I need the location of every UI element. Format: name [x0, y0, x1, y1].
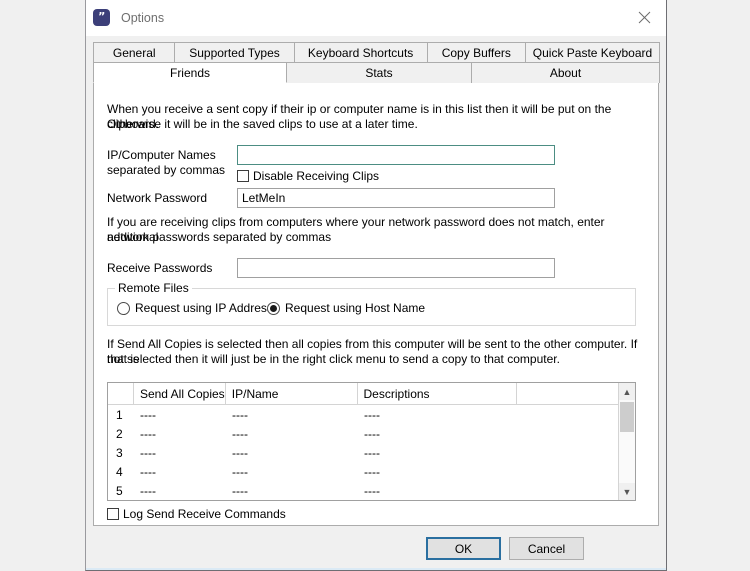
tab-stats[interactable]: Stats	[286, 62, 472, 83]
network-password-input[interactable]	[237, 188, 555, 208]
cell-send-all: ----	[140, 407, 156, 422]
header-send-all-copies[interactable]: Send All Copies	[134, 383, 226, 405]
radio-circle-selected	[267, 301, 280, 315]
cell-description: ----	[364, 464, 380, 479]
cell-ip-name: ----	[232, 426, 248, 441]
scrollbar-thumb[interactable]	[620, 402, 634, 432]
tab-stats-label: Stats	[365, 66, 393, 80]
friends-table-body: Send All Copies IP/Name Descriptions 1 -…	[108, 383, 618, 500]
header-index[interactable]	[108, 383, 134, 405]
passwords-note-line-2: network passwords separated by commas	[107, 230, 332, 244]
cell-ip-name: ----	[232, 445, 248, 460]
intro-line-2: Otherwise it will be in the saved clips …	[107, 117, 418, 131]
friends-table: Send All Copies IP/Name Descriptions 1 -…	[107, 382, 636, 501]
cell-send-all: ----	[140, 426, 156, 441]
app-quote-icon: ”	[93, 9, 110, 26]
tab-supported-types-label: Supported Types	[189, 45, 280, 60]
tab-copy-buffers[interactable]: Copy Buffers	[426, 42, 526, 62]
app-icon-glyph: ”	[98, 10, 105, 23]
close-icon[interactable]	[622, 0, 666, 35]
table-row[interactable]: 3 ---- ---- ----	[108, 443, 618, 462]
bottom-accent-line	[86, 568, 666, 570]
tab-about-label: About	[549, 66, 582, 80]
window-title: Options	[121, 10, 165, 25]
cell-index: 4	[116, 464, 123, 479]
tab-keyboard-shortcuts-label: Keyboard Shortcuts	[307, 45, 414, 60]
tab-supported-types[interactable]: Supported Types	[174, 42, 295, 62]
ok-button[interactable]: OK	[426, 537, 501, 560]
cell-description: ----	[364, 407, 380, 422]
cell-index: 3	[116, 445, 123, 460]
cell-description: ----	[364, 426, 380, 441]
tab-strip: General Supported Types Keyboard Shortcu…	[93, 42, 660, 83]
remote-files-group-title: Remote Files	[115, 281, 192, 295]
dialog-client-area: General Supported Types Keyboard Shortcu…	[86, 36, 666, 526]
table-row[interactable]: 2 ---- ---- ----	[108, 424, 618, 443]
checkbox-box	[237, 170, 249, 182]
send-all-note-line-2: not selected then it will just be in the…	[107, 352, 560, 366]
ip-names-input[interactable]	[237, 145, 555, 165]
chevron-down-icon[interactable]: ▼	[619, 483, 635, 500]
network-password-label: Network Password	[107, 191, 208, 205]
receive-passwords-input[interactable]	[237, 258, 555, 278]
cancel-button[interactable]: Cancel	[509, 537, 584, 560]
chevron-up-icon[interactable]: ▲	[619, 383, 635, 400]
header-descriptions[interactable]: Descriptions	[358, 383, 518, 405]
radio-request-using-host-label: Request using Host Name	[285, 301, 426, 315]
tab-quick-paste-keyboard-label: Quick Paste Keyboard	[532, 45, 653, 60]
radio-request-using-ip[interactable]: Request using IP Address	[117, 301, 273, 315]
table-vertical-scrollbar[interactable]: ▲ ▼	[618, 383, 635, 500]
dialog-button-bar: OK Cancel	[86, 526, 666, 570]
disable-receiving-clips-label: Disable Receiving Clips	[253, 169, 380, 183]
cancel-button-label: Cancel	[527, 541, 566, 556]
scrollbar-track[interactable]	[619, 400, 635, 483]
friends-table-header-row: Send All Copies IP/Name Descriptions	[108, 383, 618, 405]
ip-names-label-line2: separated by commas	[107, 163, 226, 177]
ip-names-label-line1: IP/Computer Names	[107, 148, 216, 162]
tab-row-2: Friends Stats About	[93, 62, 660, 83]
table-row[interactable]: 1 ---- ---- ----	[108, 405, 618, 424]
tab-general[interactable]: General	[93, 42, 176, 62]
log-send-receive-commands-checkbox[interactable]: Log Send Receive Commands	[107, 507, 286, 521]
table-row[interactable]: 5 ---- ---- ----	[108, 481, 618, 500]
cell-ip-name: ----	[232, 407, 248, 422]
cell-index: 5	[116, 483, 123, 498]
tab-copy-buffers-label: Copy Buffers	[441, 45, 511, 60]
cell-send-all: ----	[140, 464, 156, 479]
radio-circle	[117, 301, 130, 315]
header-extra[interactable]	[517, 383, 618, 405]
tab-quick-paste-keyboard[interactable]: Quick Paste Keyboard	[524, 42, 660, 62]
header-ip-name[interactable]: IP/Name	[226, 383, 358, 405]
disable-receiving-clips-checkbox[interactable]: Disable Receiving Clips	[237, 169, 379, 183]
tab-general-label: General	[112, 45, 156, 60]
receive-passwords-label: Receive Passwords	[107, 261, 213, 275]
radio-request-using-ip-label: Request using IP Address	[135, 301, 273, 315]
cell-description: ----	[364, 483, 380, 498]
table-row[interactable]: 4 ---- ---- ----	[108, 462, 618, 481]
checkbox-box	[107, 508, 119, 520]
cell-ip-name: ----	[232, 464, 248, 479]
tab-friends[interactable]: Friends	[93, 62, 287, 83]
radio-request-using-host[interactable]: Request using Host Name	[267, 301, 425, 315]
options-dialog: ” Options General Supported Types Keyboa…	[85, 0, 667, 571]
title-bar: ” Options	[86, 0, 666, 36]
ok-button-label: OK	[454, 541, 473, 556]
log-send-receive-commands-label: Log Send Receive Commands	[123, 507, 286, 521]
tab-keyboard-shortcuts[interactable]: Keyboard Shortcuts	[293, 42, 428, 62]
friends-tab-page: When you receive a sent copy if their ip…	[93, 81, 659, 526]
cell-index: 2	[116, 426, 123, 441]
tab-row-1: General Supported Types Keyboard Shortcu…	[93, 42, 660, 62]
tab-friends-label: Friends	[169, 65, 210, 80]
tab-about[interactable]: About	[471, 62, 660, 83]
cell-index: 1	[116, 407, 123, 422]
cell-send-all: ----	[140, 483, 156, 498]
cell-send-all: ----	[140, 445, 156, 460]
cell-description: ----	[364, 445, 380, 460]
cell-ip-name: ----	[232, 483, 248, 498]
